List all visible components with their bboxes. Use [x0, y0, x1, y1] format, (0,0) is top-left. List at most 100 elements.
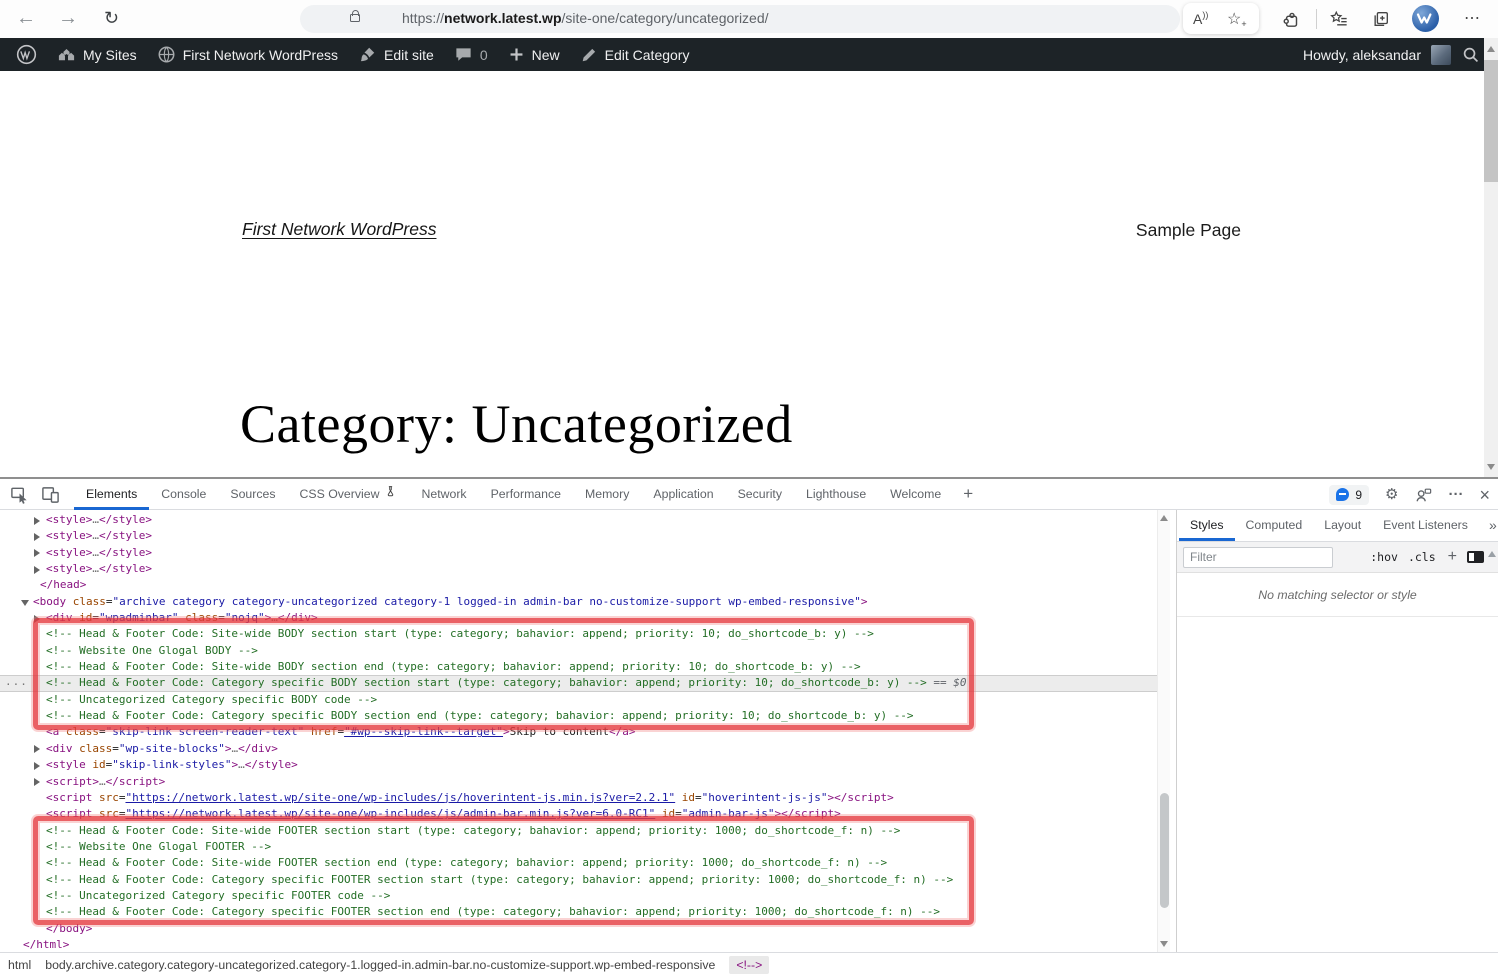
- tab-memory[interactable]: Memory: [573, 479, 641, 510]
- elements-scrollbar-thumb[interactable]: [1160, 793, 1169, 908]
- code-line[interactable]: <script src = "https://network.latest.wp/s…: [0, 806, 1157, 822]
- address-bar[interactable]: https://network.latest.wp/site-one/categ…: [300, 5, 1180, 33]
- sidebar-tab-event-listeners[interactable]: Event Listeners: [1372, 510, 1479, 541]
- code-line[interactable]: <a class="skip-link screen-reader-text" …: [0, 724, 1157, 740]
- tab-css-overview[interactable]: CSS Overview: [288, 479, 410, 510]
- expand-arrow-icon[interactable]: [34, 549, 40, 558]
- inspect-icon[interactable]: [10, 485, 29, 504]
- code-line[interactable]: <!-- Head & Footer Code: Site-wide BODY …: [0, 626, 1157, 642]
- tab-security[interactable]: Security: [726, 479, 794, 510]
- code-line[interactable]: <div class="wp-site-blocks">…</div>: [0, 741, 1157, 757]
- nav-item-sample-page[interactable]: Sample Page: [1136, 220, 1241, 241]
- code-line[interactable]: </body>: [0, 921, 1157, 937]
- admin-bar-item-new-content[interactable]: New: [498, 38, 570, 71]
- code-line[interactable]: <!-- Website One Glogal BODY -->: [0, 643, 1157, 659]
- browser-menu-icon[interactable]: ⋯: [1464, 8, 1482, 28]
- expand-arrow-icon[interactable]: [34, 761, 40, 770]
- tab-performance[interactable]: Performance: [479, 479, 573, 510]
- avatar[interactable]: [1431, 44, 1451, 65]
- code-line[interactable]: <!-- Head & Footer Code: Site-wide FOOTE…: [0, 823, 1157, 839]
- code-line[interactable]: <style>…</style>: [0, 545, 1157, 561]
- elements-scrollbar[interactable]: [1157, 510, 1170, 952]
- toggle-classes-button[interactable]: .cls: [1408, 550, 1436, 564]
- breadcrumb-item[interactable]: html: [8, 958, 31, 972]
- code-line[interactable]: </html>: [0, 937, 1157, 952]
- url-text[interactable]: https://network.latest.wp/site-one/categ…: [402, 5, 769, 32]
- expand-arrow-icon[interactable]: [34, 778, 40, 786]
- site-title-link[interactable]: First Network WordPress: [242, 219, 436, 240]
- devtools-menu-icon[interactable]: ···: [1448, 487, 1463, 502]
- back-icon[interactable]: ←: [16, 6, 36, 30]
- breadcrumb-item[interactable]: body.archive.category.category-uncategor…: [45, 958, 715, 972]
- code-line[interactable]: <!-- Head & Footer Code: Category specif…: [0, 872, 1157, 888]
- extensions-icon[interactable]: [1283, 10, 1301, 28]
- scroll-up-icon[interactable]: [1487, 46, 1495, 52]
- sidebar-tab-computed[interactable]: Computed: [1235, 510, 1314, 541]
- code-line[interactable]: <!-- Head & Footer Code: Category specif…: [0, 708, 1157, 724]
- collections-icon[interactable]: [1372, 10, 1390, 28]
- code-line[interactable]: <style>…</style>: [0, 512, 1157, 528]
- admin-bar-item-my-sites[interactable]: My Sites: [47, 38, 147, 71]
- favorites-icon[interactable]: [1330, 10, 1348, 28]
- toggle-hover-state-button[interactable]: :hov: [1370, 550, 1398, 564]
- tab-application[interactable]: Application: [641, 479, 725, 510]
- code-line[interactable]: <!-- Uncategorized Category specific FOO…: [0, 888, 1157, 904]
- code-line[interactable]: <style>…</style>: [0, 561, 1157, 577]
- expand-arrow-icon[interactable]: [34, 614, 40, 623]
- read-aloud-icon[interactable]: A)): [1193, 10, 1208, 27]
- sidebar-tab-styles[interactable]: Styles: [1179, 510, 1235, 541]
- elements-tree[interactable]: <style>…</style> <style>…</style> <style>……: [0, 510, 1157, 952]
- forward-icon[interactable]: →: [58, 6, 78, 30]
- add-favorite-icon[interactable]: ☆+: [1227, 9, 1247, 29]
- tab-console[interactable]: Console: [149, 479, 218, 510]
- expand-arrow-icon[interactable]: [34, 516, 40, 525]
- scroll-down-icon[interactable]: [1160, 941, 1168, 947]
- scroll-down-icon[interactable]: [1487, 464, 1495, 470]
- admin-bar-item-site-name[interactable]: First Network WordPress: [147, 38, 348, 71]
- new-devtools-tab-button[interactable]: +: [953, 479, 983, 510]
- code-line[interactable]: <style id="skip-link-styles">…</style>: [0, 757, 1157, 773]
- code-line[interactable]: <div id="wpadminbar" class="nojq">…</div…: [0, 610, 1157, 626]
- tab-lighthouse[interactable]: Lighthouse: [794, 479, 878, 510]
- scroll-up-icon[interactable]: [1160, 515, 1168, 521]
- new-style-rule-button[interactable]: +: [1448, 548, 1457, 566]
- browser-profile-icon[interactable]: [1412, 5, 1439, 32]
- styles-filter-input[interactable]: [1183, 546, 1333, 568]
- tab-network[interactable]: Network: [409, 479, 478, 510]
- expand-arrow-icon[interactable]: [34, 745, 40, 754]
- device-toolbar-icon[interactable]: [41, 485, 60, 504]
- expand-arrow-icon[interactable]: [34, 532, 40, 541]
- collapse-arrow-icon[interactable]: [21, 599, 29, 606]
- code-line[interactable]: <script src = "https://network.latest.wp/s…: [0, 790, 1157, 806]
- tab-elements[interactable]: Elements: [74, 479, 150, 510]
- code-line[interactable]: </head>: [0, 577, 1157, 593]
- search-icon[interactable]: [1461, 45, 1480, 64]
- admin-bar-item-comments[interactable]: 0: [444, 38, 498, 71]
- sidebar-scroll-up-icon[interactable]: [1488, 551, 1496, 557]
- sidebar-tab-layout[interactable]: Layout: [1313, 510, 1372, 541]
- code-line[interactable]: <style>…</style>: [0, 528, 1157, 544]
- code-line[interactable]: <!-- Head & Footer Code: Category specif…: [0, 904, 1157, 920]
- howdy-label[interactable]: Howdy, aleksandar: [1303, 47, 1421, 63]
- expand-arrow-icon[interactable]: [34, 565, 40, 574]
- sidebar-tabs-overflow-icon[interactable]: »: [1479, 510, 1498, 541]
- page-scrollbar[interactable]: [1484, 38, 1498, 478]
- admin-bar-item-wp-logo[interactable]: [6, 38, 47, 71]
- feedback-icon[interactable]: [1414, 486, 1432, 504]
- code-line[interactable]: <!-- Head & Footer Code: Site-wide FOOTE…: [0, 855, 1157, 871]
- code-line[interactable]: <!-- Uncategorized Category specific BOD…: [0, 692, 1157, 708]
- settings-gear-icon[interactable]: ⚙: [1385, 487, 1398, 502]
- admin-bar-account[interactable]: Howdy, aleksandar: [1303, 38, 1480, 71]
- code-line[interactable]: <!-- Website One Glogal FOOTER -->: [0, 839, 1157, 855]
- code-line[interactable]: <body class="archive category category-u…: [0, 594, 1157, 610]
- code-line[interactable]: <!-- Head & Footer Code: Site-wide BODY …: [0, 659, 1157, 675]
- code-line[interactable]: <script>…</script>: [0, 774, 1157, 790]
- refresh-icon[interactable]: ↻: [104, 6, 119, 30]
- code-line[interactable]: ... <!-- Head & Footer Code: Category spe…: [0, 675, 1157, 692]
- admin-bar-item-edit-site[interactable]: Edit site: [348, 38, 444, 71]
- close-icon[interactable]: ×: [1479, 486, 1490, 504]
- tab-welcome[interactable]: Welcome: [878, 479, 953, 510]
- breadcrumb-item[interactable]: <!-->: [729, 955, 770, 974]
- page-scrollbar-thumb[interactable]: [1484, 60, 1498, 182]
- tab-sources[interactable]: Sources: [218, 479, 287, 510]
